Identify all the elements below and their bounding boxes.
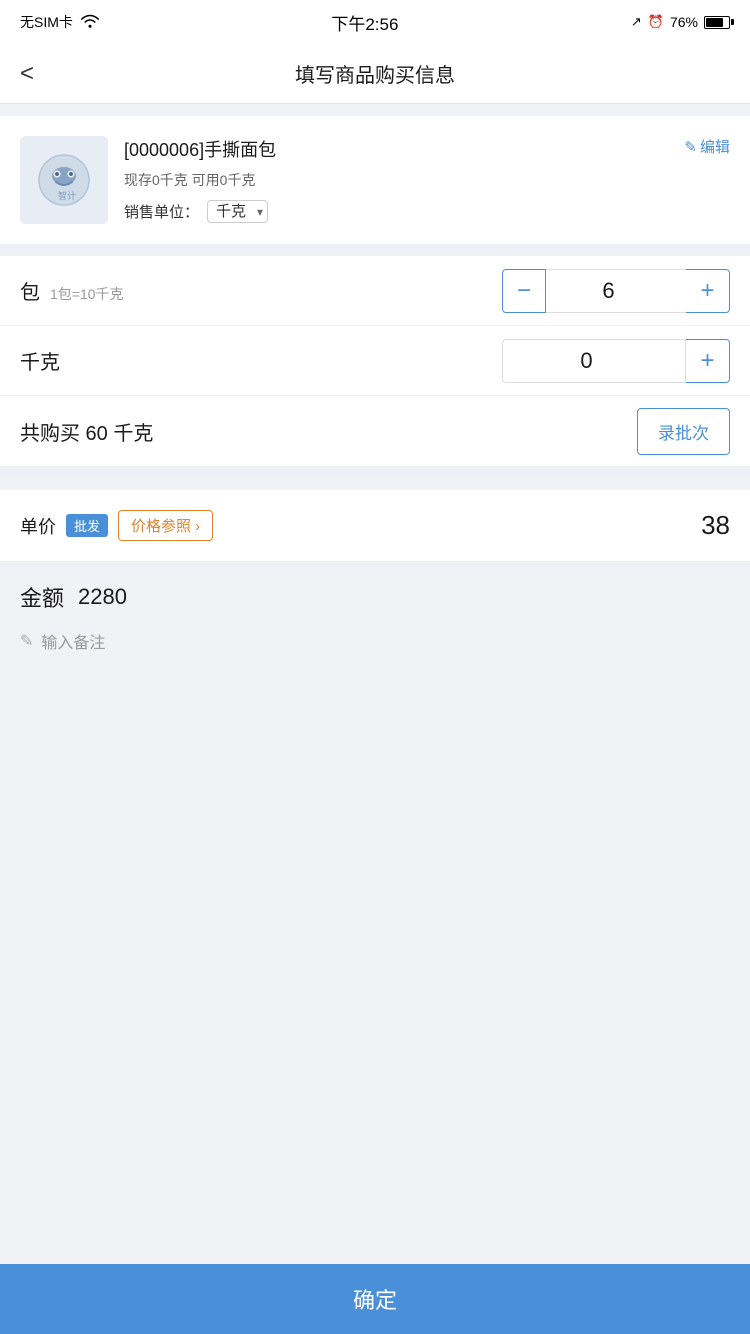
qty-kg-input[interactable]: [502, 339, 686, 383]
product-name: [0000006]手撕面包: [124, 136, 684, 162]
product-name-row: [0000006]手撕面包 ✎ 编辑: [124, 136, 730, 162]
qty-bao-label: 包 1包=10千克: [20, 276, 124, 305]
product-image: 智计: [20, 136, 108, 224]
carrier-text: 无SIM卡: [20, 12, 73, 32]
note-row[interactable]: ✎ 输入备注: [20, 629, 730, 653]
unit-label: 销售单位：: [124, 201, 199, 222]
qty-bao-minus[interactable]: −: [502, 269, 546, 313]
divider-2: [0, 466, 750, 478]
page-title: 填写商品购买信息: [295, 59, 455, 88]
amount-label: 金额: [20, 581, 64, 613]
edit-label: 编辑: [700, 136, 730, 157]
status-time: 下午2:56: [331, 10, 398, 35]
unit-select[interactable]: 千克: [207, 200, 268, 223]
status-right: ↗ ⏰ 76%: [631, 14, 730, 30]
record-batch-button[interactable]: 录批次: [637, 408, 730, 455]
amount-row: 金额 2280: [20, 581, 730, 613]
wifi-icon: [81, 14, 99, 31]
total-row: 共购买 60 千克 录批次: [0, 396, 750, 466]
note-icon: ✎: [20, 631, 33, 651]
svg-text:智计: 智计: [58, 190, 76, 201]
edit-icon: ✎: [684, 138, 697, 156]
qty-kg-plus[interactable]: +: [686, 339, 730, 383]
status-bar: 无SIM卡 下午2:56 ↗ ⏰ 76%: [0, 0, 750, 44]
price-left: 单价 批发 价格参照 ›: [20, 510, 213, 541]
qty-bao-controls: − +: [502, 269, 730, 313]
amount-section: 金额 2280 ✎ 输入备注: [0, 561, 750, 673]
product-card: 智计 [0000006]手撕面包 ✎ 编辑 现存0千克 可用0千克 销售单位： …: [0, 116, 750, 244]
price-section: 单价 批发 价格参照 › 38: [0, 490, 750, 561]
battery-percent: 76%: [670, 14, 698, 30]
product-unit-row: 销售单位： 千克: [124, 200, 730, 223]
product-stock: 现存0千克 可用0千克: [124, 170, 730, 190]
confirm-text: 确定: [353, 1283, 397, 1315]
unit-select-wrap[interactable]: 千克: [207, 200, 268, 223]
status-left: 无SIM卡: [20, 12, 99, 32]
qty-row-bao: 包 1包=10千克 − +: [0, 256, 750, 326]
product-info: [0000006]手撕面包 ✎ 编辑 现存0千克 可用0千克 销售单位： 千克: [124, 136, 730, 223]
qty-kg-controls: +: [502, 339, 730, 383]
amount-value: 2280: [78, 584, 127, 610]
divider-1: [0, 244, 750, 256]
price-ref-button[interactable]: 价格参照 ›: [118, 510, 213, 541]
confirm-bar[interactable]: 确定: [0, 1264, 750, 1334]
nav-bar: < 填写商品购买信息: [0, 44, 750, 104]
price-label: 单价: [20, 513, 56, 539]
price-value: 38: [701, 510, 730, 541]
qty-kg-label: 千克: [20, 346, 60, 375]
qty-bao-sub: 1包=10千克: [50, 284, 124, 304]
edit-button[interactable]: ✎ 编辑: [684, 136, 730, 157]
price-row: 单价 批发 价格参照 › 38: [20, 510, 730, 541]
qty-row-kg: 千克 +: [0, 326, 750, 396]
battery-icon: [704, 16, 730, 29]
qty-bao-plus[interactable]: +: [686, 269, 730, 313]
back-button[interactable]: <: [20, 60, 34, 88]
total-text: 共购买 60 千克: [20, 417, 153, 446]
alarm-icon: ⏰: [648, 14, 664, 30]
note-placeholder[interactable]: 输入备注: [41, 629, 105, 653]
price-tag: 批发: [66, 514, 108, 537]
qty-kg-main: 千克: [20, 346, 60, 375]
content-spacer: [0, 673, 750, 953]
qty-bao-main: 包: [20, 276, 40, 305]
location-icon: ↗: [631, 14, 642, 30]
qty-bao-input[interactable]: [546, 269, 686, 313]
